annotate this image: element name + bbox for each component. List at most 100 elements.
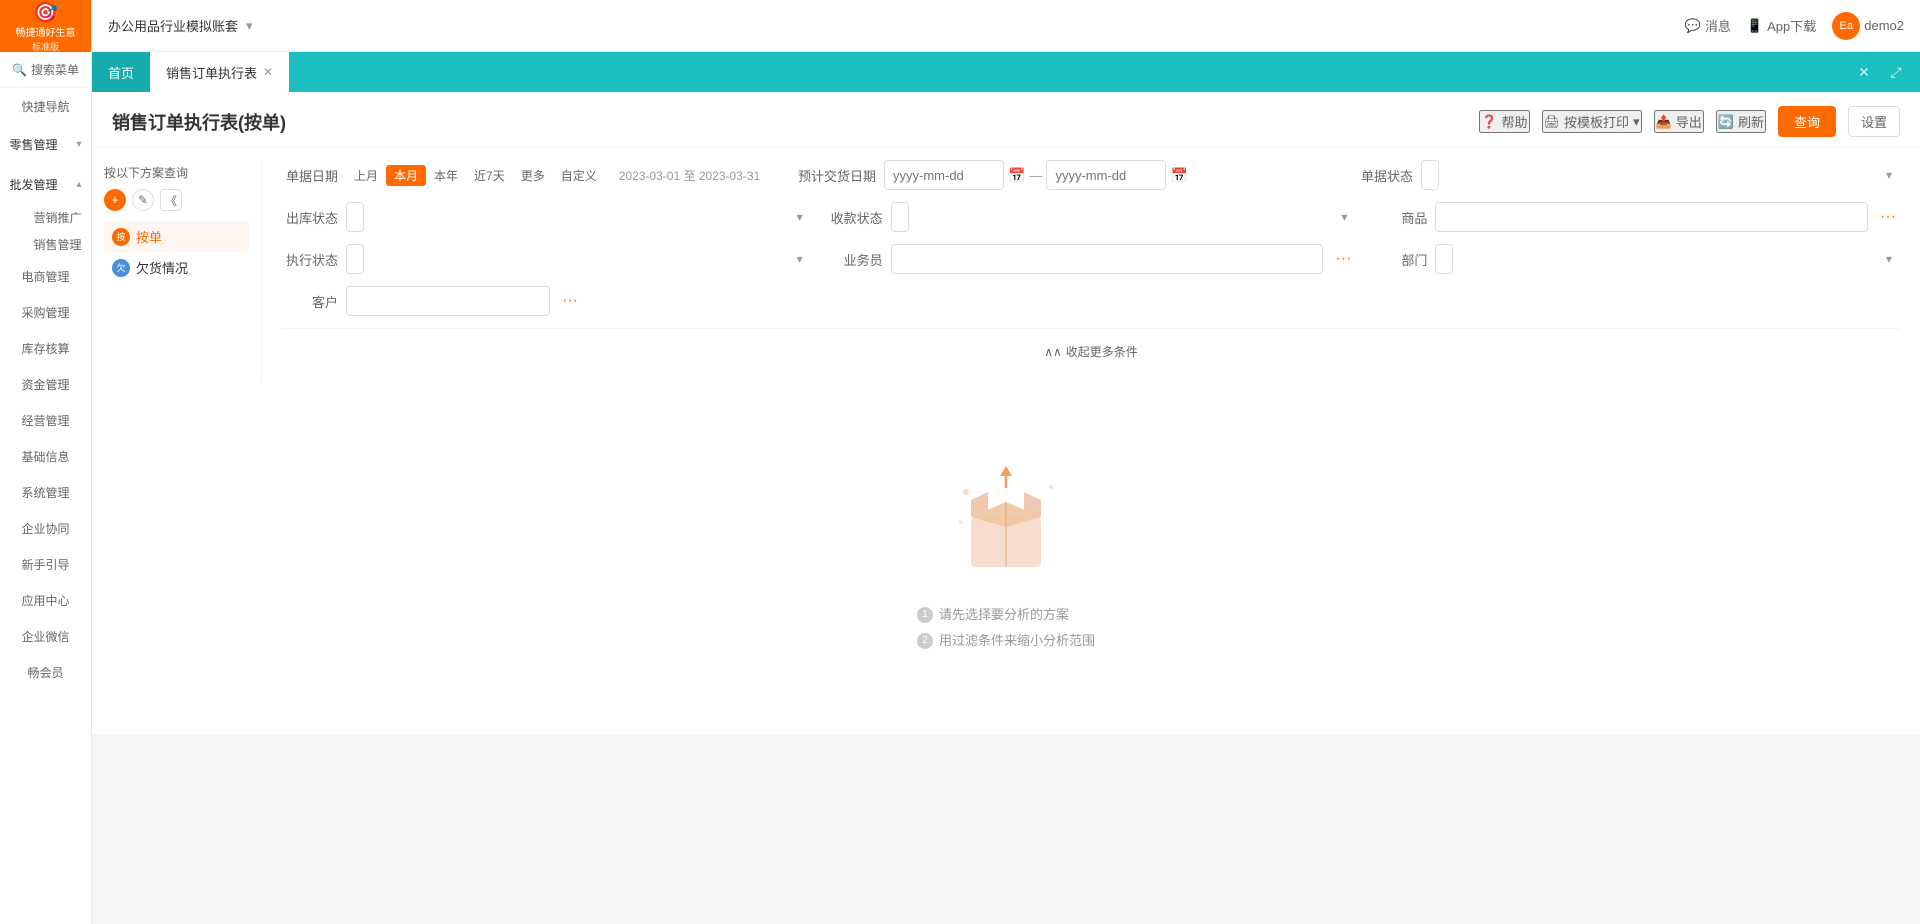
tab-sales-order-label: 销售订单执行表 [166,63,257,82]
date-tab-last-month[interactable]: 上月 [346,165,386,186]
topbar-dropdown-icon[interactable]: ▾ [246,18,253,34]
print-button[interactable]: 🖨 按模板打印 ▾ [1542,110,1642,133]
query-button[interactable]: 查询 [1778,106,1836,137]
topbar-user[interactable]: Ea demo2 [1832,12,1904,40]
date-tab-this-year[interactable]: 本年 [426,165,466,186]
exec-status-select-wrap [346,244,811,274]
salesperson-input[interactable] [891,244,1324,274]
sidebar-item-vip[interactable]: 畅会员 [0,654,92,690]
date-tab-custom[interactable]: 自定义 [553,165,605,186]
date-tab-7days[interactable]: 近7天 [466,165,513,186]
exec-status-label: 执行状态 [282,250,338,269]
filter-sidebar: 按以下方案查询 + ✎ 《 按 按单 欠 欠货情况 [92,160,262,382]
sidebar-logo[interactable]: 🎯 畅捷通好生意 标准版 [0,0,92,52]
help-button[interactable]: ❓ 帮助 [1479,110,1529,133]
add-plan-button[interactable]: + [104,189,126,211]
tip-num-1: 1 [917,607,933,623]
customer-input[interactable] [346,286,550,316]
sidebar-search[interactable]: 🔍 搜索菜单 [0,52,92,88]
payment-status-select[interactable] [891,202,909,232]
dept-select[interactable] [1435,244,1453,274]
plan-label-by-order: 按单 [136,227,162,246]
edit-plan-button[interactable]: ✎ [132,189,154,211]
filter-exec-group: 执行状态 [282,244,811,274]
exec-status-select[interactable] [346,244,364,274]
customer-more-icon[interactable]: ··· [558,292,582,310]
plan-icon-shortage: 欠 [112,259,130,277]
collapse-bar: ∧∧ 收起更多条件 [282,328,1900,370]
sidebar-item-appcenter[interactable]: 应用中心 [0,582,92,618]
sidebar-item-collab[interactable]: 企业协同 [0,510,92,546]
doc-status-select-wrap [1421,160,1900,190]
date-tab-more[interactable]: 更多 [513,165,553,186]
refresh-button[interactable]: 🔄 刷新 [1716,110,1766,133]
tab-close-icon[interactable]: ✕ [263,65,273,79]
content-area: 销售订单执行表(按单) ❓ 帮助 🖨 按模板打印 ▾ 📤 导出 [92,92,1920,924]
calendar-end-icon[interactable]: 📅 [1170,167,1187,184]
chevron-up-icon: ▴ [76,179,81,190]
settings-button[interactable]: 设置 [1848,106,1900,137]
sidebar-section-wholesale-label: 批发管理 [10,176,58,193]
delivery-status-select[interactable] [346,202,364,232]
sidebar-section-retail-header[interactable]: 零售管理 ▾ [0,124,92,164]
sidebar-item-basic[interactable]: 基础信息 [0,438,92,474]
plan-icon-by-order: 按 [112,228,130,246]
salesperson-more-icon[interactable]: ··· [1331,250,1355,268]
expected-date-end[interactable] [1046,160,1166,190]
sidebar-item-marketing-label: 营销推广 [34,209,82,226]
topbar-left: 办公用品行业模拟账套 ▾ [108,16,253,35]
sidebar-item-wechat[interactable]: 企业微信 [0,618,92,654]
tab-expand-button[interactable]: ⤢ [1884,60,1908,84]
tab-close-button[interactable]: ✕ [1852,60,1876,84]
sidebar-item-finance[interactable]: 资金管理 [0,366,92,402]
sidebar-item-sales[interactable]: 销售管理 [26,231,92,258]
filter-goods-group: 商品 ··· [1371,202,1900,232]
date-tab-this-month[interactable]: 本月 [386,165,426,186]
plan-label-shortage: 欠货情况 [136,258,188,277]
empty-state: 1 请先选择要分析的方案 2 用过滤条件来缩小分析范围 [92,382,1920,734]
sidebar-item-purchase[interactable]: 采购管理 [0,294,92,330]
empty-tip-1: 1 请先选择要分析的方案 [917,602,1095,628]
doc-status-select[interactable] [1421,160,1439,190]
goods-more-icon[interactable]: ··· [1876,208,1900,226]
dept-label: 部门 [1371,250,1427,269]
filter-delivery-group: 出库状态 [282,202,811,232]
topbar-app-download[interactable]: 📱 App下载 [1747,16,1816,35]
print-label: 按模板打印 [1564,112,1629,131]
topbar-message[interactable]: 💬 消息 [1685,16,1731,35]
sidebar-item-newbie[interactable]: 新手引导 [0,546,92,582]
export-button[interactable]: 📤 导出 [1654,110,1704,133]
collapse-plan-button[interactable]: 《 [160,189,182,211]
expected-date-start[interactable] [884,160,1004,190]
tab-sales-order[interactable]: 销售订单执行表 ✕ [150,52,289,92]
avatar-text: Ea [1840,20,1853,32]
empty-tip-2: 2 用过滤条件来缩小分析范围 [917,628,1095,654]
print-dropdown-icon: ▾ [1633,114,1640,130]
page-title: 销售订单执行表(按单) [112,109,286,135]
payment-status-label: 收款状态 [827,208,883,227]
plan-item-shortage[interactable]: 欠 欠货情况 [104,252,249,283]
sidebar-item-system-label: 系统管理 [21,484,69,501]
logo-sub: 标准版 [32,40,59,53]
goods-input[interactable] [1435,202,1868,232]
sidebar-section-wholesale-header[interactable]: 批发管理 ▴ [0,164,92,204]
tip-num-2: 2 [917,633,933,649]
calendar-start-icon[interactable]: 📅 [1008,167,1025,184]
customer-label: 客户 [282,292,338,311]
collapse-button[interactable]: ∧∧ 收起更多条件 [1044,335,1138,364]
plan-item-by-order[interactable]: 按 按单 [104,221,249,252]
sidebar-item-system[interactable]: 系统管理 [0,474,92,510]
sidebar-item-ecommerce[interactable]: 电商管理 [0,258,92,294]
date-range-display: 2023-03-01 至 2023-03-31 [619,167,760,184]
sidebar-item-marketing[interactable]: 营销推广 [26,204,92,231]
topbar-message-label: 消息 [1705,16,1731,35]
tab-home[interactable]: 首页 [92,52,150,92]
salesperson-label: 业务员 [827,250,883,269]
sidebar-item-inventory-label: 库存核算 [21,340,69,357]
sidebar-item-shortcut[interactable]: 快捷导航 [0,88,92,124]
date-range-inputs: 📅 — 📅 [884,160,1341,190]
tab-right-actions: ✕ ⤢ [1852,60,1920,84]
sidebar-search-label: 搜索菜单 [31,61,79,78]
sidebar-item-operations[interactable]: 经营管理 [0,402,92,438]
sidebar-item-inventory[interactable]: 库存核算 [0,330,92,366]
